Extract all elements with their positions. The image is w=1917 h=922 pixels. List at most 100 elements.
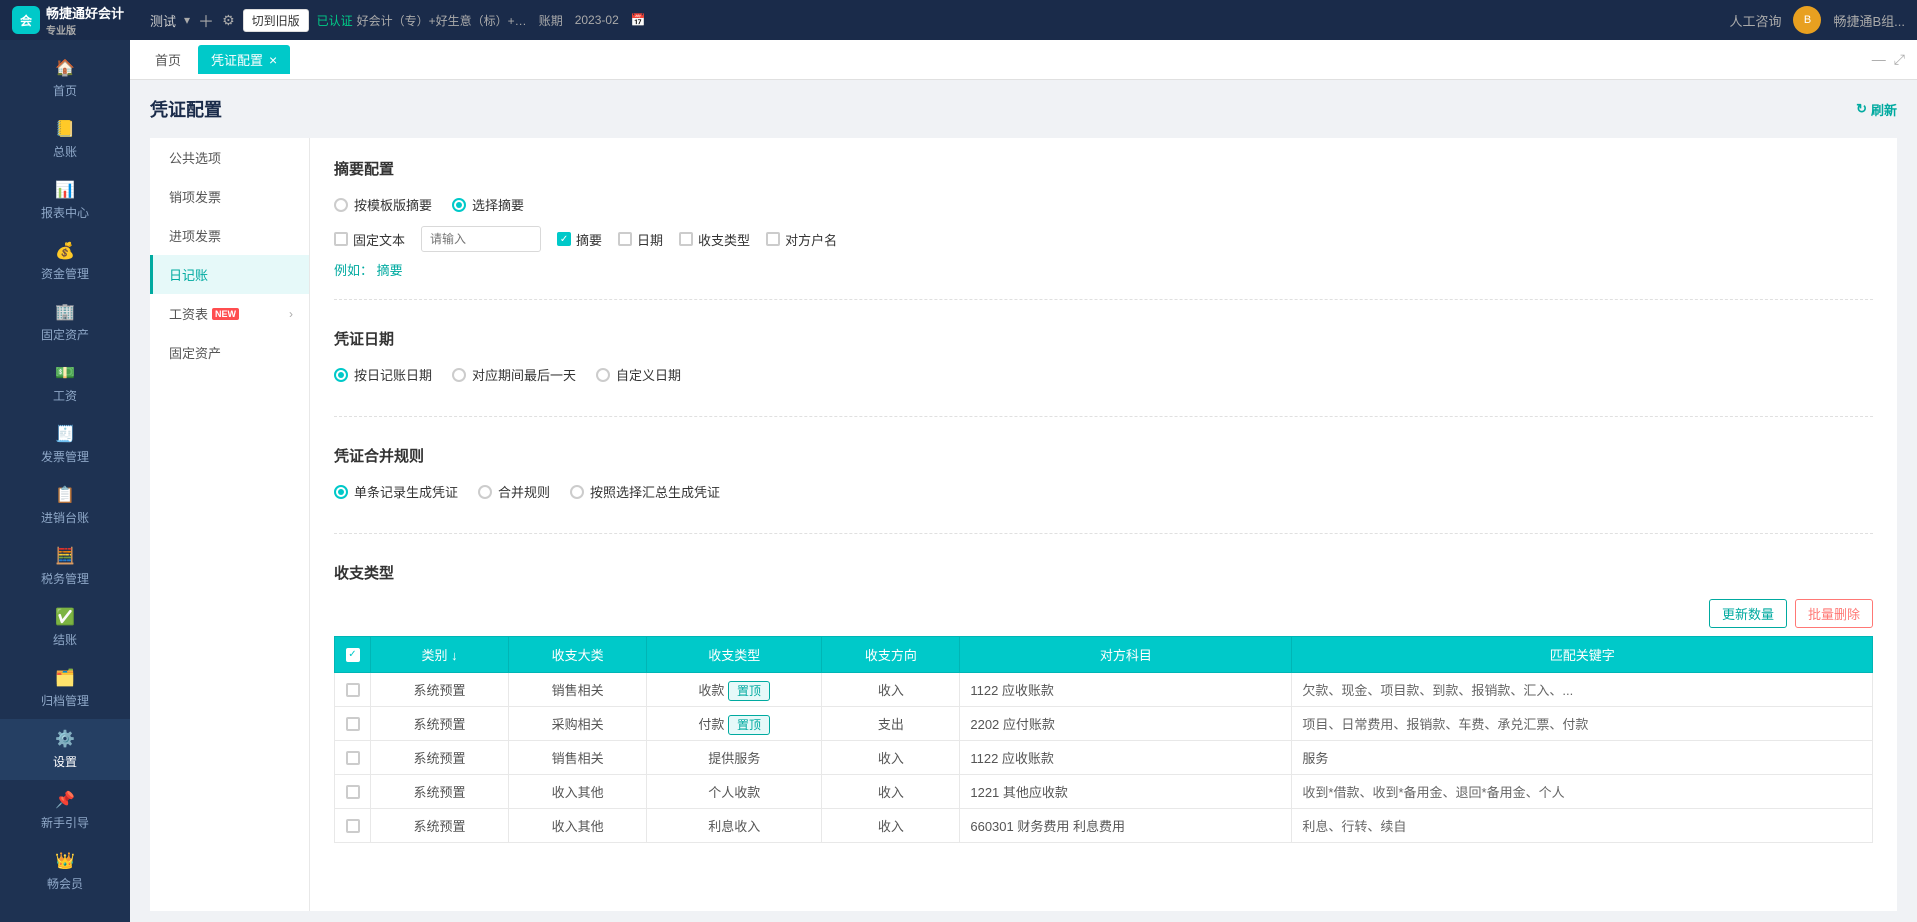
merge-radio-rule-circle — [478, 485, 492, 499]
test-dropdown-icon[interactable]: ▾ — [184, 13, 190, 27]
sidebar-item-member[interactable]: 👑 畅会员 — [0, 841, 130, 902]
left-nav-item-payroll[interactable]: 工资表 NEW › — [150, 294, 309, 333]
merge-radio-single[interactable]: 单条记录生成凭证 — [334, 482, 458, 501]
checkbox-summary[interactable]: ✓ 摘要 — [557, 230, 602, 249]
left-nav-item-sales[interactable]: 销项发票 — [150, 177, 309, 216]
avatar[interactable]: B — [1793, 6, 1821, 34]
add-button[interactable]: ＋ — [198, 8, 214, 32]
row-major-5: 收入其他 — [509, 809, 647, 843]
left-nav-item-journal[interactable]: 日记账 — [150, 255, 309, 294]
batch-delete-button[interactable]: 批量删除 — [1795, 599, 1873, 628]
checkbox-opposite[interactable]: 对方户名 — [766, 230, 837, 249]
summary-config-section: 摘要配置 按模板版摘要 选择摘要 — [334, 158, 1873, 300]
row-category-3: 系统预置 — [371, 741, 509, 775]
sidebar-item-ledger[interactable]: 📒 总账 — [0, 109, 130, 170]
summary-radio-select-circle — [452, 198, 466, 212]
sidebar-item-archive[interactable]: 🗂️ 归档管理 — [0, 658, 130, 719]
tab-home[interactable]: 首页 — [142, 45, 194, 74]
sidebar-label-tax: 税务管理 — [41, 570, 89, 587]
archive-icon: 🗂️ — [55, 668, 75, 688]
row-major-1: 销售相关 — [509, 673, 647, 707]
gear-button[interactable]: ⚙ — [222, 12, 235, 29]
left-nav-item-public[interactable]: 公共选项 — [150, 138, 309, 177]
window-controls: — ⤢ — [1872, 51, 1905, 68]
reset-tag-1[interactable]: 置顶 — [728, 681, 770, 701]
col-keywords: 匹配关键字 — [1292, 637, 1873, 673]
content-area: 首页 凭证配置 × — ⤢ 凭证配置 ↻ 刷新 公共选项 — [130, 40, 1917, 922]
table-row: 系统预置 销售相关 提供服务 收入 1122 应收账款 服务 — [335, 741, 1873, 775]
sidebar-item-report[interactable]: 📊 报表中心 — [0, 170, 130, 231]
sidebar-item-invoice[interactable]: 🧾 发票管理 — [0, 414, 130, 475]
sidebar-label-member: 畅会员 — [47, 875, 83, 892]
help-label[interactable]: 人工咨询 — [1729, 11, 1781, 30]
row-type-5: 利息收入 — [647, 809, 822, 843]
maximize-button[interactable]: ⤢ — [1894, 51, 1905, 68]
row-keywords-3: 服务 — [1292, 741, 1873, 775]
merge-radio-summary-circle — [570, 485, 584, 499]
row-account-2: 2202 应付账款 — [960, 707, 1292, 741]
fixed-text-checkbox-box — [334, 232, 348, 246]
sidebar-item-close[interactable]: ✅ 结账 — [0, 597, 130, 658]
sidebar: 🏠 首页 📒 总账 📊 报表中心 💰 资金管理 🏢 固定资产 💵 工资 🧾 发票… — [0, 40, 130, 922]
tax-icon: 🧮 — [55, 546, 75, 566]
checkbox-fixed-text[interactable]: 固定文本 — [334, 230, 405, 249]
col-type: 收支类型 — [647, 637, 822, 673]
main-layout: 🏠 首页 📒 总账 📊 报表中心 💰 资金管理 🏢 固定资产 💵 工资 🧾 发票… — [0, 40, 1917, 922]
row-checkbox-1[interactable] — [335, 673, 371, 707]
tab-bar: 首页 凭证配置 × — ⤢ — [130, 40, 1917, 80]
minimize-button[interactable]: — — [1872, 51, 1886, 68]
row-checkbox-5[interactable] — [335, 809, 371, 843]
checkbox-date[interactable]: 日期 — [618, 230, 663, 249]
purchase-icon: 📋 — [55, 485, 75, 505]
tab-voucher-config[interactable]: 凭证配置 × — [198, 45, 290, 74]
income-expense-title: 收支类型 — [334, 562, 1873, 583]
sidebar-item-fund[interactable]: 💰 资金管理 — [0, 231, 130, 292]
row-direction-4: 收入 — [822, 775, 960, 809]
date-radio-custom[interactable]: 自定义日期 — [596, 365, 681, 384]
table-row: 系统预置 收入其他 利息收入 收入 660301 财务费用 利息费用 利息、行转… — [335, 809, 1873, 843]
col-direction: 收支方向 — [822, 637, 960, 673]
sidebar-item-guide[interactable]: 📌 新手引导 — [0, 780, 130, 841]
period-label: 账期 — [539, 12, 563, 29]
table-row: 系统预置 销售相关 收款 置顶 收入 1122 应收账款 欠款、现金、项目款、到… — [335, 673, 1873, 707]
date-radio-last-day[interactable]: 对应期间最后一天 — [452, 365, 576, 384]
row-direction-5: 收入 — [822, 809, 960, 843]
sidebar-item-settings[interactable]: ⚙️ 设置 — [0, 719, 130, 780]
row-category-4: 系统预置 — [371, 775, 509, 809]
sidebar-item-home[interactable]: 🏠 首页 — [0, 48, 130, 109]
summary-radio-select[interactable]: 选择摘要 — [452, 195, 524, 214]
table-header-bar: 更新数量 批量删除 — [334, 599, 1873, 628]
summary-radio-template[interactable]: 按模板版摘要 — [334, 195, 432, 214]
table-header-checkbox[interactable]: ✓ — [346, 648, 360, 662]
table-row: 系统预置 收入其他 个人收款 收入 1221 其他应收款 收到*借款、收到*备用… — [335, 775, 1873, 809]
merge-radio-summary[interactable]: 按照选择汇总生成凭证 — [570, 482, 720, 501]
checkbox-pay-type[interactable]: 收支类型 — [679, 230, 750, 249]
income-expense-section: 收支类型 更新数量 批量删除 ✓ 类别 ↓ — [334, 562, 1873, 863]
tab-close-icon[interactable]: × — [269, 52, 277, 68]
left-nav-item-fixed-asset[interactable]: 固定资产 — [150, 333, 309, 372]
row-checkbox-3[interactable] — [335, 741, 371, 775]
switch-version-button[interactable]: 切到旧版 — [243, 9, 309, 32]
row-checkbox-2[interactable] — [335, 707, 371, 741]
tab-active-label: 凭证配置 — [211, 50, 263, 69]
refresh-button[interactable]: ↻ 刷新 — [1856, 100, 1897, 119]
asset-icon: 🏢 — [55, 302, 75, 322]
update-button[interactable]: 更新数量 — [1709, 599, 1787, 628]
reset-tag-2[interactable]: 置顶 — [728, 715, 770, 735]
fixed-text-input[interactable] — [421, 226, 541, 252]
row-keywords-5: 利息、行转、续自 — [1292, 809, 1873, 843]
calendar-icon[interactable]: 📅 — [631, 13, 646, 27]
app-sub: 专业版 — [46, 22, 124, 37]
sidebar-item-asset[interactable]: 🏢 固定资产 — [0, 292, 130, 353]
pay-type-checkbox-box — [679, 232, 693, 246]
voucher-date-section: 凭证日期 按日记账日期 对应期间最后一天 — [334, 328, 1873, 417]
sidebar-item-salary[interactable]: 💵 工资 — [0, 353, 130, 414]
row-checkbox-4[interactable] — [335, 775, 371, 809]
left-nav-item-purchase-inv[interactable]: 进项发票 — [150, 216, 309, 255]
merge-radio-rule[interactable]: 合并规则 — [478, 482, 550, 501]
date-radio-journal[interactable]: 按日记账日期 — [334, 365, 432, 384]
sidebar-item-tax[interactable]: 🧮 税务管理 — [0, 536, 130, 597]
sidebar-item-purchase[interactable]: 📋 进销台账 — [0, 475, 130, 536]
other-tags: 好会计（专）+好生意（标）+… — [357, 12, 527, 29]
user-name: 畅捷通B组... — [1833, 11, 1905, 30]
